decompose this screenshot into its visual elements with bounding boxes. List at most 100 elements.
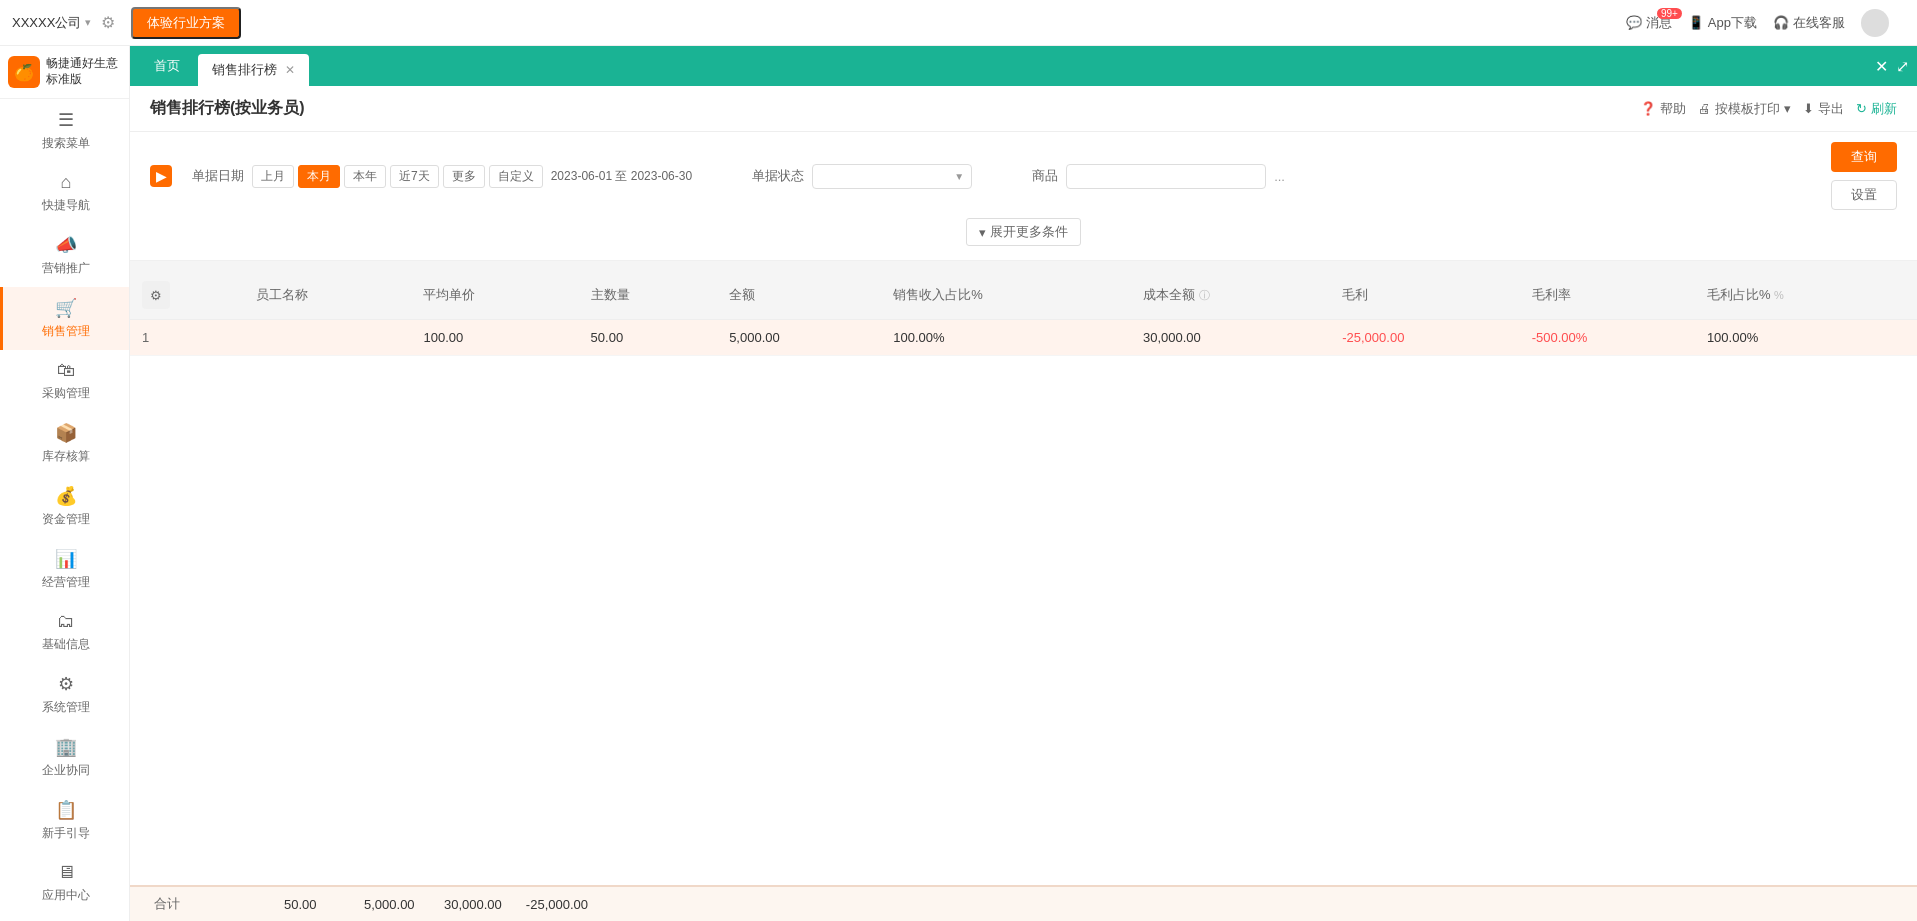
export-label: 导出: [1818, 100, 1844, 118]
sidebar-item-basic[interactable]: 🗂 基础信息: [0, 601, 129, 663]
col-gross-pct: 毛利占比% %: [1695, 271, 1917, 320]
logo-icon: 🍊: [8, 56, 40, 88]
goods-input[interactable]: [1066, 164, 1266, 189]
footer-gross: -25,000.00: [514, 897, 600, 912]
export-icon: ⬇: [1803, 101, 1814, 116]
tab-expand-icon[interactable]: ⤢: [1896, 57, 1909, 76]
logo-symbol: 🍊: [14, 63, 34, 82]
tab-home[interactable]: 首页: [138, 46, 196, 86]
status-select[interactable]: [812, 164, 972, 189]
sidebar-item-apps[interactable]: 🖥 应用中心: [0, 852, 129, 914]
sidebar-item-inventory[interactable]: 📦 库存核算: [0, 412, 129, 475]
col-qty: 主数量: [579, 271, 718, 320]
company-selector[interactable]: XXXXX公司 ▾: [12, 14, 91, 32]
tab-close-all-icon[interactable]: ✕: [1875, 57, 1888, 76]
sidebar-item-guide-label: 新手引导: [42, 825, 90, 842]
col-settings: ⚙: [130, 271, 244, 320]
cell-amount: 5,000.00: [717, 320, 881, 356]
basic-icon: 🗂: [57, 611, 75, 632]
sidebar-item-guide[interactable]: 📋 新手引导: [0, 789, 129, 852]
query-button[interactable]: 查询: [1831, 142, 1897, 172]
message-button[interactable]: 💬 消息 99+: [1626, 14, 1672, 32]
tab-sales-ranking-label: 销售排行榜: [212, 61, 277, 79]
cell-name: [244, 320, 411, 356]
date-btn-this-month[interactable]: 本月: [298, 165, 340, 188]
sidebar-item-operations[interactable]: 📊 经营管理: [0, 538, 129, 601]
goods-more-icon[interactable]: ...: [1274, 169, 1285, 184]
col-avg-price: 平均单价: [411, 271, 578, 320]
col-name: 员工名称: [244, 271, 411, 320]
company-chevron-icon: ▾: [85, 16, 91, 29]
col-cost-amount: 成本全额 ⓘ: [1131, 271, 1330, 320]
footer-label: 合计: [142, 895, 192, 913]
content-area: 销售排行榜(按业务员) ❓ 帮助 🖨 按模板打印 ▾ ⬇ 导出: [130, 86, 1917, 921]
cell-qty: 50.00: [579, 320, 718, 356]
expand-label: 展开更多条件: [990, 223, 1068, 241]
date-filter: 单据日期 上月 本月 本年 近7天 更多 自定义 2023-06-01 至 20…: [192, 165, 692, 188]
sidebar-item-marketing-label: 营销推广: [42, 260, 90, 277]
col-sales-pct: 销售收入占比%: [881, 271, 1131, 320]
settings-button[interactable]: 设置: [1831, 180, 1897, 210]
sidebar-item-finance[interactable]: 💰 资金管理: [0, 475, 129, 538]
date-btn-custom[interactable]: 自定义: [489, 165, 543, 188]
table-settings-icon[interactable]: ⚙: [142, 281, 170, 309]
message-icon: 💬: [1626, 15, 1642, 30]
print-chevron-icon: ▾: [1784, 101, 1791, 116]
help-label: 帮助: [1660, 100, 1686, 118]
filter-collapse-button[interactable]: ▶: [150, 165, 172, 187]
app-download-button[interactable]: 📱 App下载: [1688, 14, 1757, 32]
filter-area: ▶ 单据日期 上月 本月 本年 近7天 更多 自定义 2023-06-01 至 …: [130, 132, 1917, 261]
help-button[interactable]: ❓ 帮助: [1640, 100, 1686, 118]
cell-gross-profit: -25,000.00: [1330, 320, 1520, 356]
sidebar-item-purchase[interactable]: 🛍 采购管理: [0, 350, 129, 412]
refresh-button[interactable]: ↻ 刷新: [1856, 100, 1897, 118]
sidebar: 🍊 畅捷通好生意 标准版 ☰ 搜索菜单 ⌂ 快捷导航 📣 营销推广 🛒 销售管理…: [0, 46, 130, 921]
tab-sales-ranking[interactable]: 销售排行榜 ✕: [198, 54, 309, 86]
col-amount: 全额: [717, 271, 881, 320]
sidebar-item-system-label: 系统管理: [42, 699, 90, 716]
filter-row-2: ▾ 展开更多条件: [150, 210, 1897, 250]
apps-icon: 🖥: [57, 862, 75, 883]
sidebar-item-enterprise-label: 企业协同: [42, 762, 90, 779]
date-label: 单据日期: [192, 167, 244, 185]
sidebar-item-search[interactable]: ☰ 搜索菜单: [0, 99, 129, 162]
date-btn-more[interactable]: 更多: [443, 165, 485, 188]
sidebar-item-basic-label: 基础信息: [42, 636, 90, 653]
print-button[interactable]: 🖨 按模板打印 ▾: [1698, 100, 1791, 118]
sidebar-item-wechat[interactable]: 💬 企业微信: [0, 914, 129, 921]
guide-icon: 📋: [55, 799, 77, 821]
top-bar-right: 💬 消息 99+ 📱 App下载 🎧 在线客服: [1626, 9, 1905, 37]
operations-icon: 📊: [55, 548, 77, 570]
sidebar-item-system[interactable]: ⚙ 系统管理: [0, 663, 129, 726]
tab-close-icon[interactable]: ✕: [285, 63, 295, 77]
avatar[interactable]: [1861, 9, 1889, 37]
trial-button[interactable]: 体验行业方案: [131, 7, 241, 39]
status-filter: 单据状态: [752, 164, 972, 189]
status-select-wrapper: [812, 164, 972, 189]
sidebar-item-purchase-label: 采购管理: [42, 385, 90, 402]
main-content: 首页 销售排行榜 ✕ ✕ ⤢ 销售排行榜(按业务员) ❓ 帮助: [130, 46, 1917, 921]
col-gross-profit: 毛利: [1330, 271, 1520, 320]
table-body: 1 100.00 50.00: [130, 320, 1917, 356]
search-menu-icon: ☰: [58, 109, 74, 131]
expand-more-button[interactable]: ▾ 展开更多条件: [966, 218, 1081, 246]
table-header: ⚙ 员工名称 平均单价 主数量: [130, 271, 1917, 320]
logo-line1: 畅捷通好生意: [46, 56, 118, 72]
settings-icon[interactable]: ⚙: [101, 13, 115, 32]
refresh-label: 刷新: [1871, 100, 1897, 118]
date-btn-this-year[interactable]: 本年: [344, 165, 386, 188]
message-badge: 99+: [1657, 8, 1682, 19]
sidebar-item-sales[interactable]: 🛒 销售管理: [0, 287, 129, 350]
sidebar-item-enterprise[interactable]: 🏢 企业协同: [0, 726, 129, 789]
system-icon: ⚙: [58, 673, 74, 695]
date-btn-7days[interactable]: 近7天: [390, 165, 439, 188]
export-button[interactable]: ⬇ 导出: [1803, 100, 1844, 118]
sales-icon: 🛒: [55, 297, 77, 319]
goods-filter: 商品 ...: [1032, 164, 1285, 189]
cell-cost-amount: 30,000.00: [1131, 320, 1330, 356]
sidebar-item-shortcut[interactable]: ⌂ 快捷导航: [0, 162, 129, 224]
date-btn-last-month[interactable]: 上月: [252, 165, 294, 188]
status-label: 单据状态: [752, 167, 804, 185]
sidebar-item-marketing[interactable]: 📣 营销推广: [0, 224, 129, 287]
online-service-button[interactable]: 🎧 在线客服: [1773, 14, 1845, 32]
